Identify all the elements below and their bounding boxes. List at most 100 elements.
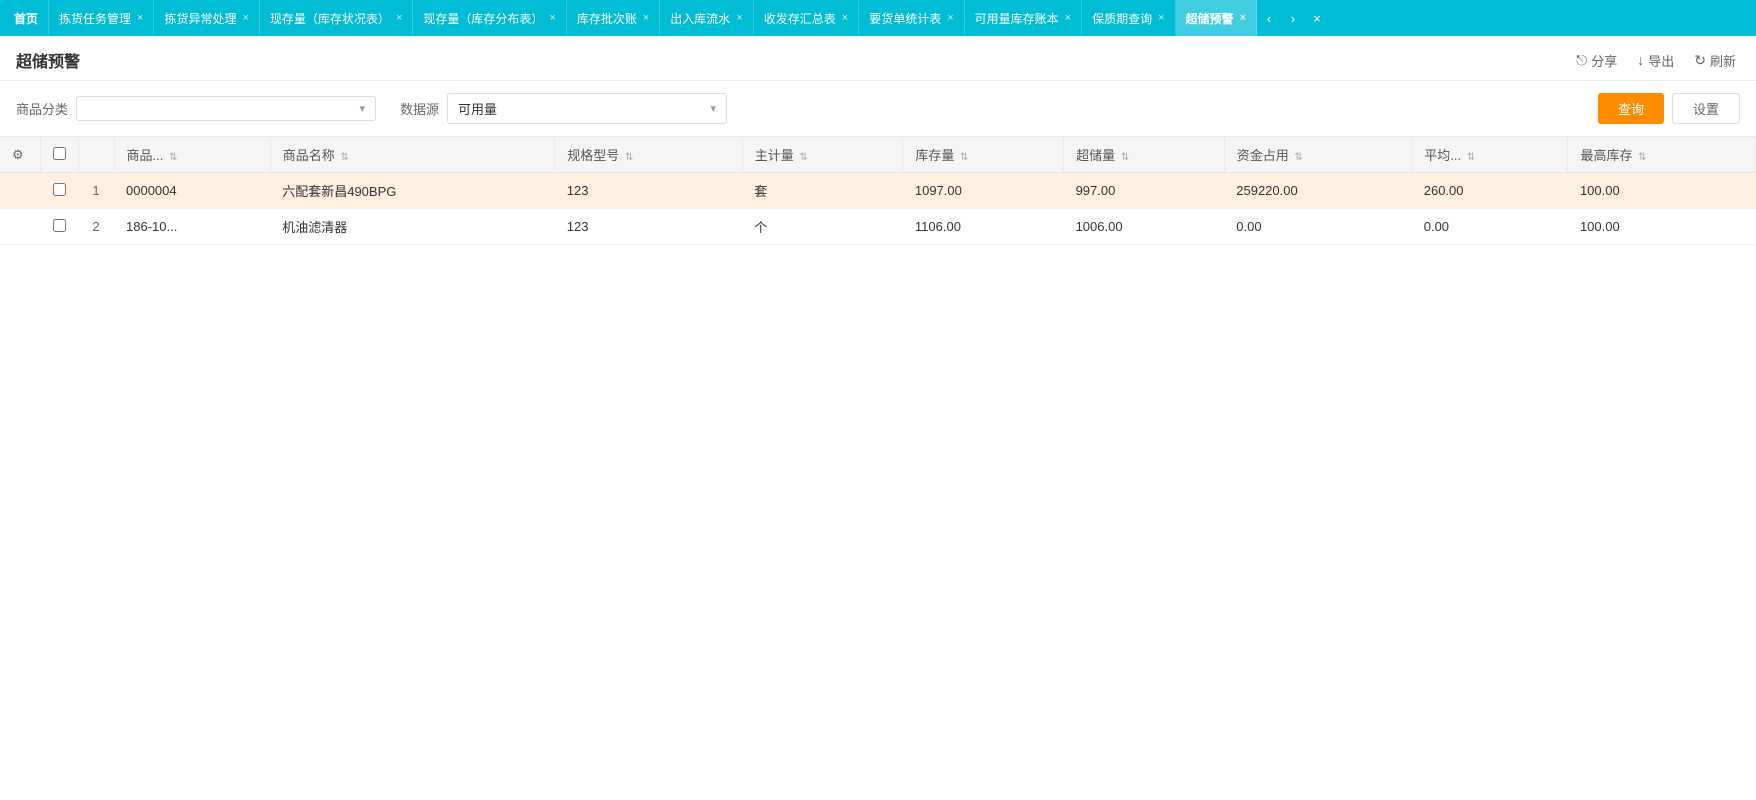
- row-settings-cell: [0, 209, 40, 245]
- filter-area: 商品分类 ▾ 数据源 可用量 ▾ 查询 设置: [0, 81, 1756, 136]
- top-nav: 首页 拣货任务管理 × 拣货异常处理 × 现存量（库存状况表） × 现存量（库存…: [0, 0, 1756, 36]
- nav-tab-inventory-dist-close[interactable]: ×: [549, 12, 555, 24]
- query-button[interactable]: 查询: [1598, 93, 1664, 124]
- page-content: 超储预警 ⎋ 分享 ↓ 导出 ↻ 刷新 商品分类 ▾ 数据源: [0, 36, 1756, 800]
- row-max-stock: 100.00: [1568, 209, 1756, 245]
- col-avg[interactable]: 平均... ⇅: [1412, 137, 1568, 173]
- row-spec: 123: [555, 173, 742, 209]
- nav-tab-overstock-label: 超储预警: [1186, 10, 1234, 27]
- nav-tab-available-ledger-close[interactable]: ×: [1065, 12, 1071, 24]
- nav-more-arrow[interactable]: ×: [1305, 0, 1329, 36]
- nav-tab-batch-account[interactable]: 库存批次账 ×: [567, 0, 660, 36]
- nav-tab-inout-flow[interactable]: 出入库流水 ×: [660, 0, 753, 36]
- col-max-stock[interactable]: 最高库存 ⇅: [1568, 137, 1756, 173]
- page-title: 超储预警: [16, 48, 80, 72]
- nav-tab-summary[interactable]: 收发存汇总表 ×: [754, 0, 859, 36]
- settings-icon[interactable]: ⚙: [12, 147, 24, 162]
- nav-tab-order-stats-close[interactable]: ×: [947, 12, 953, 24]
- col-settings[interactable]: ⚙: [0, 137, 40, 173]
- row-product-code: 186-10...: [114, 209, 270, 245]
- row-checkbox-cell[interactable]: [40, 209, 78, 245]
- col-capital-label: 资金占用: [1237, 148, 1289, 163]
- nav-tab-available-ledger-label: 可用量库存账本: [975, 10, 1059, 27]
- category-dropdown-icon: ▾: [359, 102, 365, 115]
- col-overstock-label: 超储量: [1076, 148, 1115, 163]
- nav-tab-exception-label: 拣货异常处理: [164, 10, 236, 27]
- nav-tab-inventory-status-close[interactable]: ×: [396, 12, 402, 24]
- row-product-name: 机油滤清器: [270, 209, 555, 245]
- sort-overstock-icon: ⇅: [1121, 152, 1129, 163]
- datasource-select[interactable]: 可用量 ▾: [447, 93, 727, 124]
- row-unit: 套: [742, 173, 903, 209]
- col-product-code[interactable]: 商品... ⇅: [114, 137, 270, 173]
- nav-tab-task-mgmt[interactable]: 拣货任务管理 ×: [49, 0, 154, 36]
- row-inventory: 1106.00: [903, 209, 1064, 245]
- nav-tab-inout-flow-close[interactable]: ×: [736, 12, 742, 24]
- row-avg: 260.00: [1412, 173, 1568, 209]
- sort-max-stock-icon: ⇅: [1638, 152, 1646, 163]
- nav-tab-overstock[interactable]: 超储预警 ×: [1176, 0, 1257, 36]
- col-unit[interactable]: 主计量 ⇅: [742, 137, 903, 173]
- sort-unit-icon: ⇅: [799, 152, 807, 163]
- category-select[interactable]: ▾: [76, 96, 376, 121]
- row-product-name: 六配套新昌490BPG: [270, 173, 555, 209]
- sort-spec-icon: ⇅: [625, 152, 633, 163]
- row-inventory: 1097.00: [903, 173, 1064, 209]
- nav-tab-exception-close[interactable]: ×: [242, 12, 248, 24]
- row-num: 2: [78, 209, 114, 245]
- row-checkbox[interactable]: [53, 219, 66, 232]
- filter-buttons: 查询 设置: [1598, 93, 1740, 124]
- sort-product-name-icon: ⇅: [340, 152, 348, 163]
- table-wrapper: ⚙ 商品... ⇅ 商品名称 ⇅ 规格型号: [0, 136, 1756, 245]
- table-header-row: ⚙ 商品... ⇅ 商品名称 ⇅ 规格型号: [0, 137, 1756, 173]
- col-product-name-label: 商品名称: [283, 148, 335, 163]
- nav-tab-inout-flow-label: 出入库流水: [670, 10, 730, 27]
- nav-tab-batch-account-close[interactable]: ×: [643, 12, 649, 24]
- table-row[interactable]: 1 0000004 六配套新昌490BPG 123 套 1097.00 997.…: [0, 173, 1756, 209]
- nav-tab-overstock-close[interactable]: ×: [1240, 12, 1246, 24]
- datasource-filter: 数据源 可用量 ▾: [400, 93, 727, 124]
- row-settings-cell: [0, 173, 40, 209]
- nav-tab-inventory-dist[interactable]: 现存量（库存分布表） ×: [413, 0, 566, 36]
- sort-capital-icon: ⇅: [1294, 152, 1302, 163]
- row-checkbox-cell[interactable]: [40, 173, 78, 209]
- col-spec[interactable]: 规格型号 ⇅: [555, 137, 742, 173]
- row-num: 1: [78, 173, 114, 209]
- nav-tab-exception[interactable]: 拣货异常处理 ×: [154, 0, 259, 36]
- col-product-code-label: 商品...: [127, 148, 164, 163]
- export-label: 导出: [1648, 51, 1674, 70]
- export-button[interactable]: ↓ 导出: [1633, 49, 1678, 72]
- nav-tab-expiry-close[interactable]: ×: [1158, 12, 1164, 24]
- nav-tab-home[interactable]: 首页: [4, 0, 49, 36]
- nav-next-arrow[interactable]: ›: [1281, 0, 1305, 36]
- nav-tab-summary-label: 收发存汇总表: [764, 10, 836, 27]
- header-actions: ⎋ 分享 ↓ 导出 ↻ 刷新: [1572, 49, 1740, 72]
- col-product-name[interactable]: 商品名称 ⇅: [270, 137, 555, 173]
- nav-tab-task-mgmt-close[interactable]: ×: [137, 12, 143, 24]
- settings-button[interactable]: 设置: [1672, 93, 1740, 124]
- nav-tab-inventory-status-label: 现存量（库存状况表）: [270, 10, 390, 27]
- refresh-button[interactable]: ↻ 刷新: [1690, 49, 1740, 72]
- category-filter: 商品分类 ▾: [16, 96, 376, 121]
- share-icon: ⎋: [1576, 52, 1587, 69]
- row-checkbox[interactable]: [53, 183, 66, 196]
- col-checkbox: [40, 137, 78, 173]
- nav-tab-available-ledger[interactable]: 可用量库存账本 ×: [965, 0, 1082, 36]
- table-row[interactable]: 2 186-10... 机油滤清器 123 个 1106.00 1006.00 …: [0, 209, 1756, 245]
- select-all-checkbox[interactable]: [53, 147, 66, 160]
- col-inventory[interactable]: 库存量 ⇅: [903, 137, 1064, 173]
- nav-tab-summary-close[interactable]: ×: [842, 12, 848, 24]
- col-capital[interactable]: 资金占用 ⇅: [1224, 137, 1411, 173]
- share-label: 分享: [1591, 51, 1617, 70]
- row-product-code: 0000004: [114, 173, 270, 209]
- datasource-label: 数据源: [400, 99, 439, 118]
- table-body: 1 0000004 六配套新昌490BPG 123 套 1097.00 997.…: [0, 173, 1756, 245]
- share-button[interactable]: ⎋ 分享: [1572, 49, 1621, 72]
- nav-tab-batch-account-label: 库存批次账: [577, 10, 637, 27]
- nav-tab-expiry[interactable]: 保质期查询 ×: [1082, 0, 1175, 36]
- nav-tab-order-stats[interactable]: 要货单统计表 ×: [859, 0, 964, 36]
- col-overstock[interactable]: 超储量 ⇅: [1064, 137, 1225, 173]
- nav-tab-inventory-status[interactable]: 现存量（库存状况表） ×: [260, 0, 413, 36]
- nav-prev-arrow[interactable]: ‹: [1257, 0, 1281, 36]
- nav-tab-home-label: 首页: [14, 10, 38, 27]
